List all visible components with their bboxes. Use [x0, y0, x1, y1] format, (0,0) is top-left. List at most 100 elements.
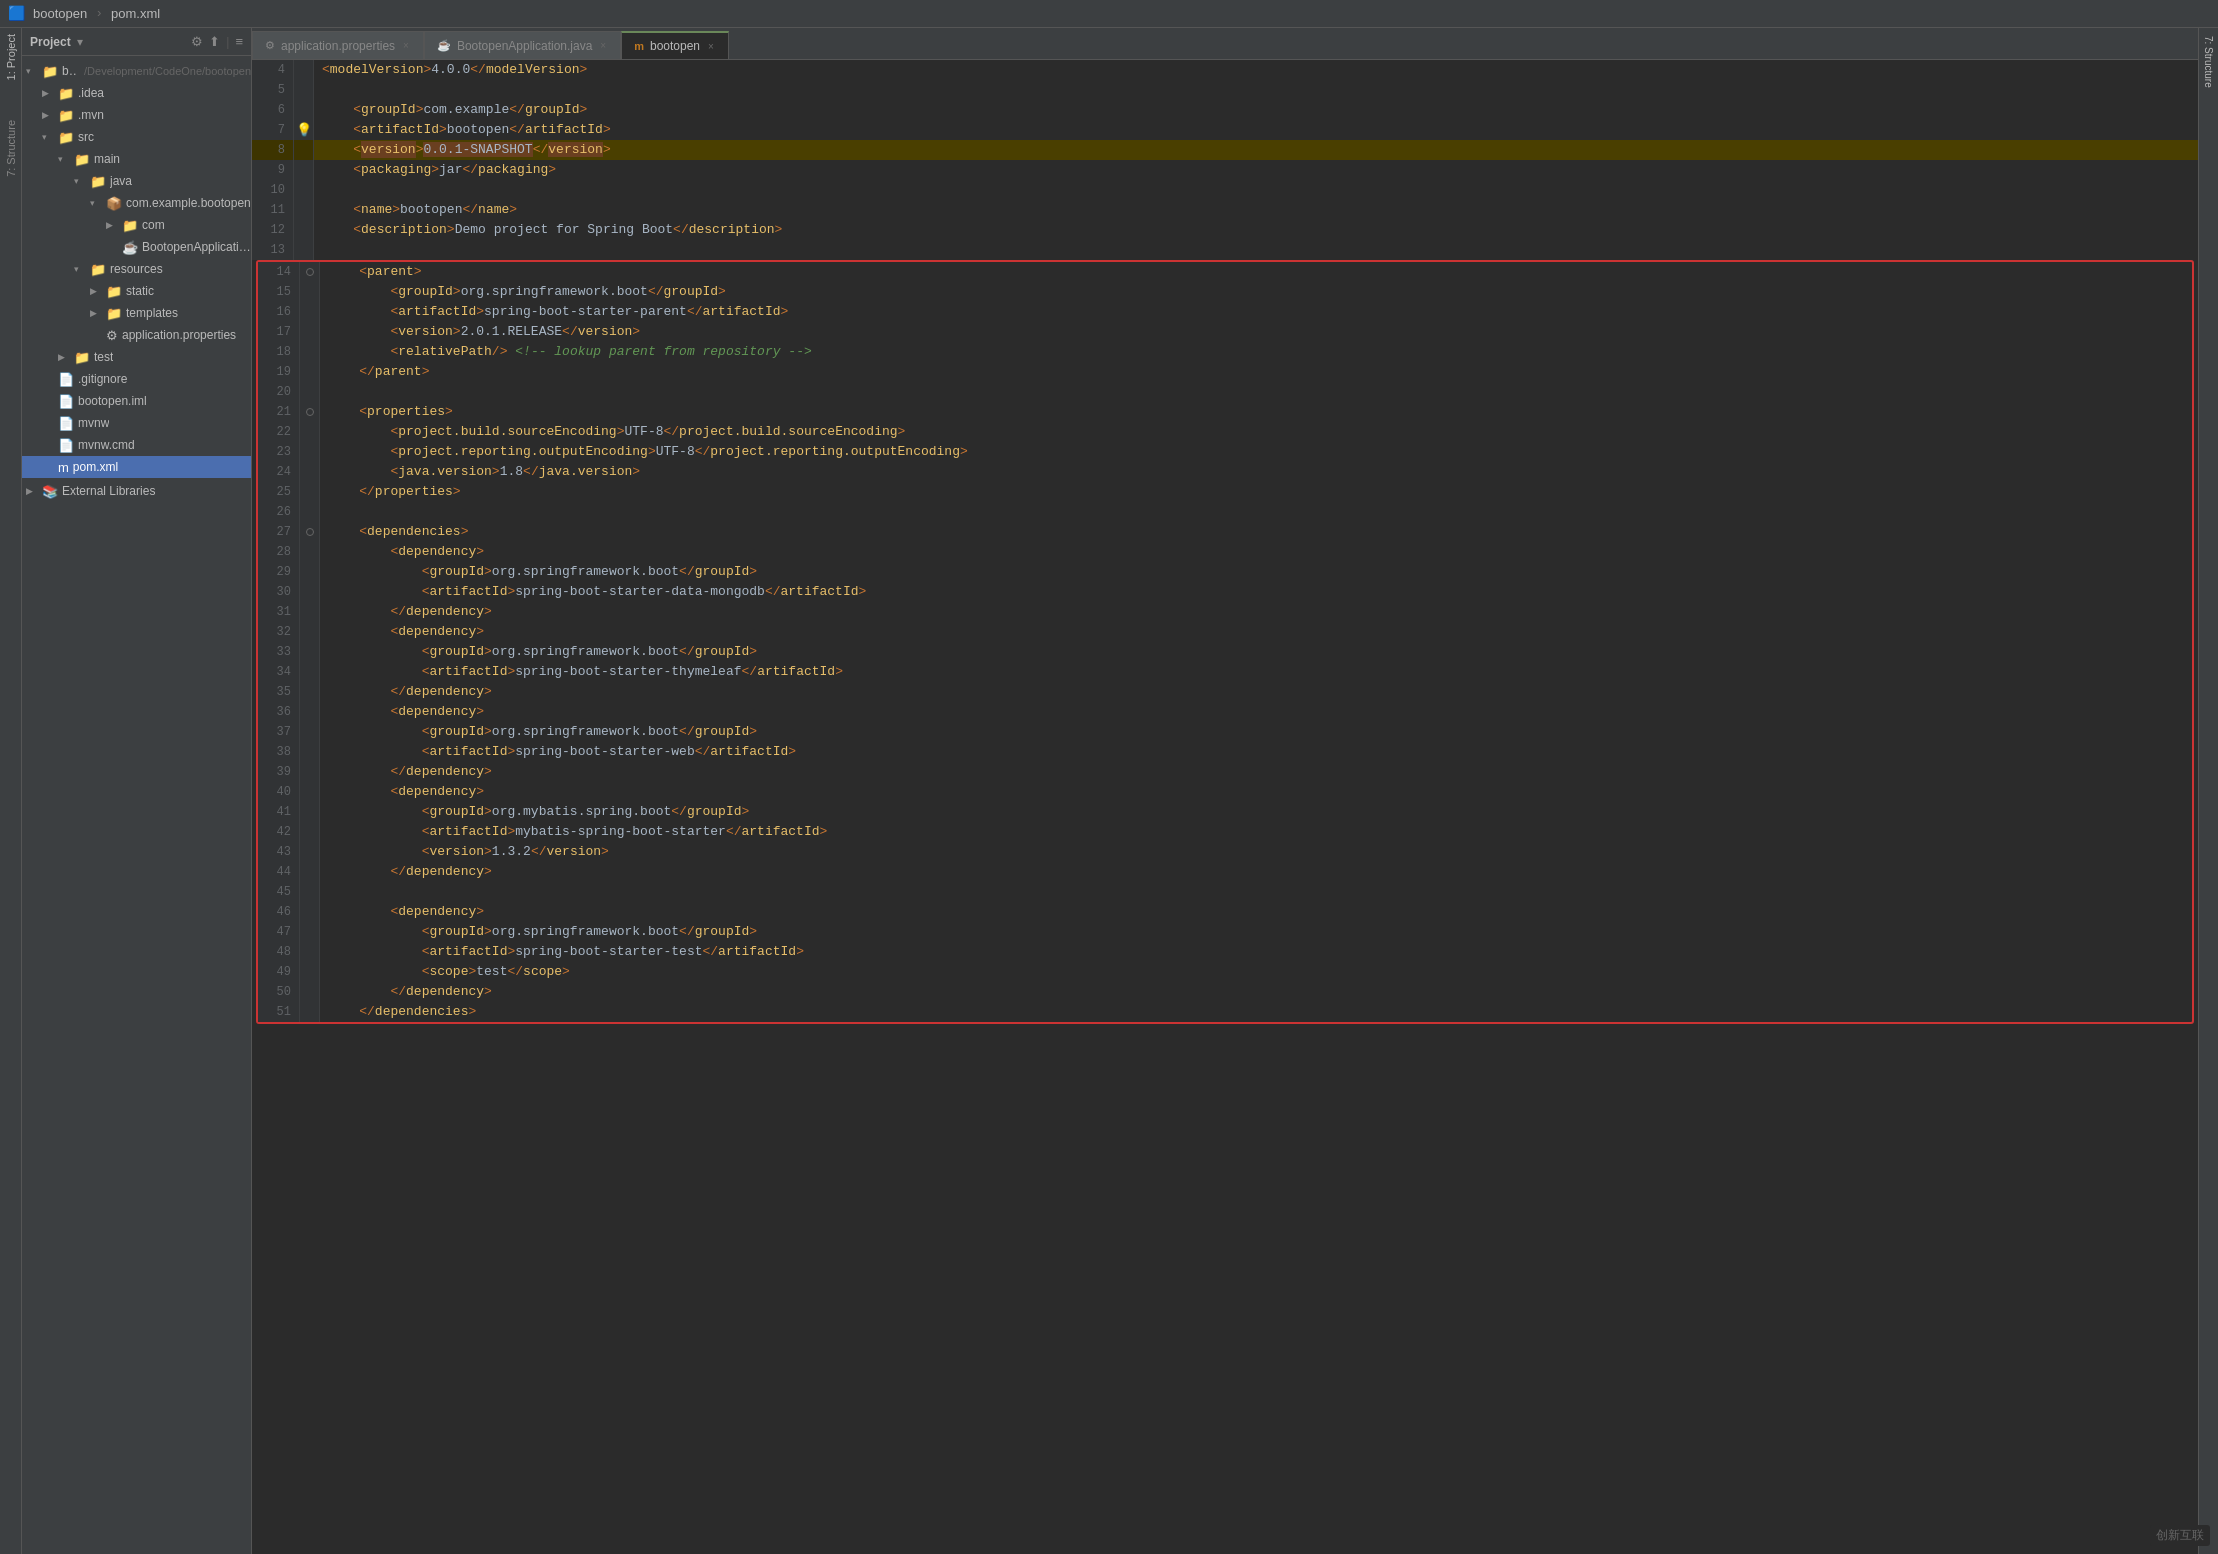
tree-java[interactable]: ▾ 📁 java	[22, 170, 251, 192]
tree-arrow-ext: ▶	[26, 486, 38, 496]
mvn-label: .mvn	[78, 108, 104, 122]
tree-arrow-templates: ▶	[90, 308, 102, 318]
tree-main[interactable]: ▾ 📁 main	[22, 148, 251, 170]
code-line-17: 17 <version>2.0.1.RELEASE</version>	[258, 322, 2192, 342]
class-icon: ☕	[122, 240, 138, 255]
tree-src[interactable]: ▾ 📁 src	[22, 126, 251, 148]
tree-static[interactable]: ▶ 📁 static	[22, 280, 251, 302]
project-panel: Project ▾ ⚙ ⬆ | ≡ ▾ 📁 bootopen /Developm…	[22, 28, 252, 1554]
tree-arrow-package: ▾	[90, 198, 102, 208]
tab-label-pom: bootopen	[650, 39, 700, 53]
panel-icon1[interactable]: ⚙	[191, 34, 203, 49]
mvn-icon: 📁	[58, 108, 74, 123]
tree-mvnw[interactable]: 📄 mvnw	[22, 412, 251, 434]
project-panel-btn[interactable]: 1: Project	[5, 34, 17, 80]
code-line-21: 21 <properties>	[258, 402, 2192, 422]
tab-close-pom[interactable]: ×	[706, 40, 716, 53]
right-sidebar: 7: Structure	[2198, 28, 2218, 1554]
app-name: bootopen	[33, 6, 87, 21]
tree-mvn[interactable]: ▶ 📁 .mvn	[22, 104, 251, 126]
code-line-51: 51 </dependencies>	[258, 1002, 2192, 1022]
title-separator: ›	[95, 6, 103, 21]
tree-mvnwcmd[interactable]: 📄 mvnw.cmd	[22, 434, 251, 456]
tree-iml[interactable]: 📄 bootopen.iml	[22, 390, 251, 412]
tab-close-app-props[interactable]: ×	[401, 39, 411, 52]
tree-arrow-java: ▾	[74, 176, 86, 186]
file-name: pom.xml	[111, 6, 160, 21]
code-line-6: 6 <groupId>com.example</groupId>	[252, 100, 2198, 120]
panel-icon2[interactable]: ⬆	[209, 34, 220, 49]
root-path: /Development/CodeOne/bootopen	[84, 65, 251, 77]
tree-com[interactable]: ▶ 📁 com	[22, 214, 251, 236]
gitignore-icon: 📄	[58, 372, 74, 387]
iml-label: bootopen.iml	[78, 394, 147, 408]
tree-arrow-mvn: ▶	[42, 110, 54, 120]
fold-27[interactable]	[306, 528, 314, 536]
tab-app-props[interactable]: ⚙ application.properties ×	[252, 31, 424, 59]
main-label: main	[94, 152, 120, 166]
code-line-32: 32 <dependency>	[258, 622, 2192, 642]
code-line-42: 42 <artifactId>mybatis-spring-boot-start…	[258, 822, 2192, 842]
tree-pom[interactable]: m pom.xml	[22, 456, 251, 478]
code-line-50: 50 </dependency>	[258, 982, 2192, 1002]
tab-label-app-props: application.properties	[281, 39, 395, 53]
project-panel-header: Project ▾ ⚙ ⬆ | ≡	[22, 28, 251, 56]
static-icon: 📁	[106, 284, 122, 299]
tab-icon-bootopen: ☕	[437, 39, 451, 52]
tree-arrow-main: ▾	[58, 154, 70, 164]
tree-arrow-com: ▶	[106, 220, 118, 230]
appprops-icon: ⚙	[106, 328, 118, 343]
static-label: static	[126, 284, 154, 298]
pom-icon: m	[58, 460, 69, 475]
structure-panel-btn[interactable]: 7: Structure	[5, 120, 17, 177]
src-icon: 📁	[58, 130, 74, 145]
ext-libs-label: External Libraries	[62, 484, 155, 498]
tree-gitignore[interactable]: 📄 .gitignore	[22, 368, 251, 390]
code-line-5: 5	[252, 80, 2198, 100]
code-line-23: 23 <project.reporting.outputEncoding>UTF…	[258, 442, 2192, 462]
fold-14[interactable]	[306, 268, 314, 276]
panel-title: Project	[30, 35, 71, 49]
tree-root[interactable]: ▾ 📁 bootopen /Development/CodeOne/bootop…	[22, 60, 251, 82]
main-content: 1: Project 7: Structure Project ▾ ⚙ ⬆ | …	[0, 28, 2218, 1554]
code-line-4: 4 <modelVersion>4.0.0</modelVersion>	[252, 60, 2198, 80]
mvnw-icon: 📄	[58, 416, 74, 431]
tree-package[interactable]: ▾ 📦 com.example.bootopen	[22, 192, 251, 214]
tab-close-bootopen[interactable]: ×	[598, 39, 608, 52]
code-line-44: 44 </dependency>	[258, 862, 2192, 882]
tree-test[interactable]: ▶ 📁 test	[22, 346, 251, 368]
root-label: bootopen	[62, 64, 76, 78]
mvnw-label: mvnw	[78, 416, 109, 430]
code-line-33: 33 <groupId>org.springframework.boot</gr…	[258, 642, 2192, 662]
ext-libs-icon: 📚	[42, 484, 58, 499]
fold-21[interactable]	[306, 408, 314, 416]
panel-dropdown[interactable]: ▾	[77, 35, 83, 49]
code-line-39: 39 </dependency>	[258, 762, 2192, 782]
tree-arrow-src: ▾	[42, 132, 54, 142]
code-line-11: 11 <name>bootopen</name>	[252, 200, 2198, 220]
tab-bootopen-app[interactable]: ☕ BootopenApplication.java ×	[424, 31, 621, 59]
code-line-7: 7 💡 <artifactId>bootopen</artifactId>	[252, 120, 2198, 140]
tab-pom[interactable]: m bootopen ×	[621, 31, 729, 59]
code-line-43: 43 <version>1.3.2</version>	[258, 842, 2192, 862]
test-label: test	[94, 350, 113, 364]
code-line-19: 19 </parent>	[258, 362, 2192, 382]
resources-icon: 📁	[90, 262, 106, 277]
tree-app-props[interactable]: ⚙ application.properties	[22, 324, 251, 346]
editor-content[interactable]: 4 <modelVersion>4.0.0</modelVersion> 5 6…	[252, 60, 2198, 1554]
templates-icon: 📁	[106, 306, 122, 321]
tree-bootopen-class[interactable]: ☕ BootopenApplication	[22, 236, 251, 258]
code-line-40: 40 <dependency>	[258, 782, 2192, 802]
code-line-18: 18 <relativePath/> <!-- lookup parent fr…	[258, 342, 2192, 362]
code-line-16: 16 <artifactId>spring-boot-starter-paren…	[258, 302, 2192, 322]
structure-btn[interactable]: 7: Structure	[2201, 32, 2216, 92]
tree-arrow-test: ▶	[58, 352, 70, 362]
tree-idea[interactable]: ▶ 📁 .idea	[22, 82, 251, 104]
tree-resources[interactable]: ▾ 📁 resources	[22, 258, 251, 280]
resources-label: resources	[110, 262, 163, 276]
code-line-49: 49 <scope>test</scope>	[258, 962, 2192, 982]
tree-templates[interactable]: ▶ 📁 templates	[22, 302, 251, 324]
panel-icon3[interactable]: ≡	[235, 34, 243, 49]
code-line-13: 13	[252, 240, 2198, 260]
tree-external-libs[interactable]: ▶ 📚 External Libraries	[22, 480, 251, 502]
